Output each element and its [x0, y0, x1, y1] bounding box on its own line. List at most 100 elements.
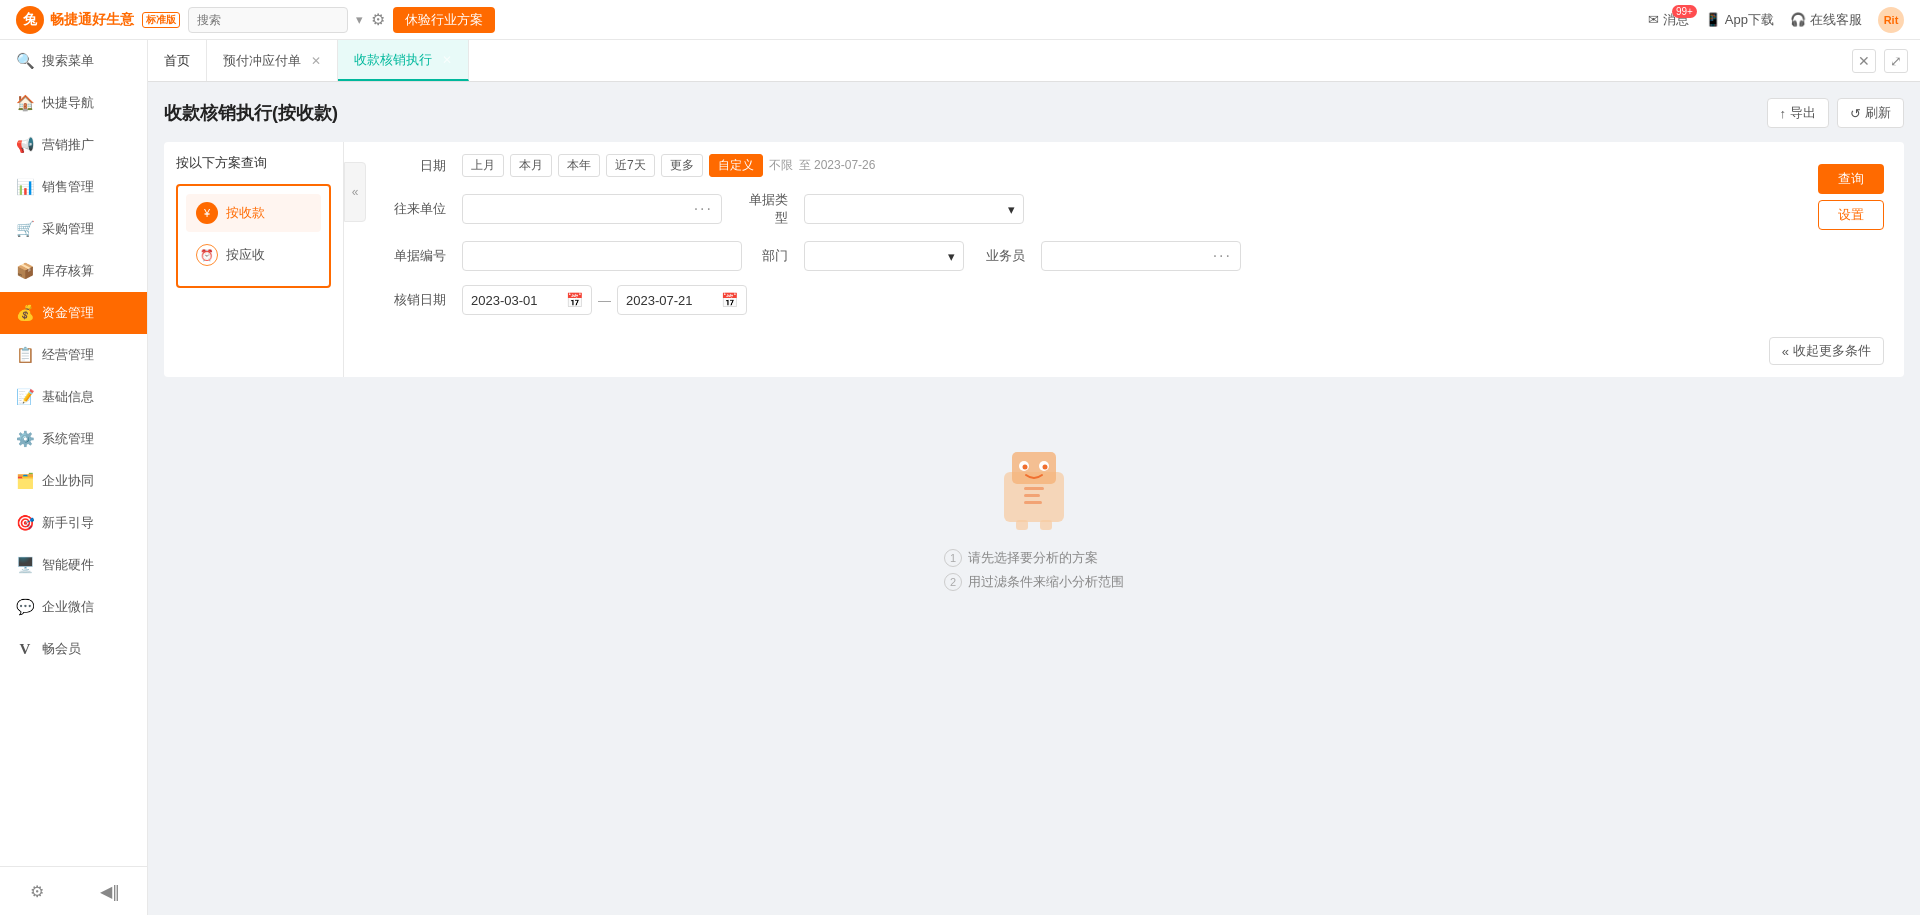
sidebar-item-purchase[interactable]: 🛒 采购管理: [0, 208, 147, 250]
date-btn-custom[interactable]: 自定义: [709, 154, 763, 177]
filter-fields-panel: 日期 上月 本月 本年 近7天 更多 自定义 不限 至 2023-07-26: [366, 142, 1904, 377]
bill-no-input[interactable]: [462, 241, 742, 271]
dropdown-icon[interactable]: ▾: [356, 12, 363, 27]
settings-button[interactable]: 设置: [1818, 200, 1884, 230]
sidebar-item-marketing[interactable]: 📢 营销推广: [0, 124, 147, 166]
step-2-text: 用过滤条件来缩小分析范围: [968, 573, 1124, 591]
brand-logo-area: 兔 畅捷通好生意 标准版: [16, 6, 180, 34]
sidebar-item-smart-hardware[interactable]: 🖥️ 智能硬件: [0, 544, 147, 586]
sidebar-item-search-menu[interactable]: 🔍 搜索菜单: [0, 40, 147, 82]
sidebar-item-wechat[interactable]: 💬 企业微信: [0, 586, 147, 628]
sidebar-settings-button[interactable]: ⚙: [21, 875, 53, 907]
wechat-icon: 💬: [16, 598, 34, 616]
sidebar-item-member[interactable]: V 畅会员: [0, 628, 147, 670]
online-service-button[interactable]: 🎧 在线客服: [1790, 11, 1862, 29]
sidebar-item-basic-info[interactable]: 📝 基础信息: [0, 376, 147, 418]
empty-illustration: [974, 437, 1094, 537]
sidebar-label-finance: 资金管理: [42, 304, 94, 322]
search-menu-icon: 🔍: [16, 52, 34, 70]
svg-point-5: [1043, 465, 1048, 470]
writeoff-end-date-input[interactable]: 2023-07-21 📅: [617, 285, 747, 315]
collapse-conditions-label: 收起更多条件: [1793, 342, 1871, 360]
messages-button[interactable]: ✉ 消息 99+: [1648, 11, 1689, 29]
sidebar-item-quick-nav[interactable]: 🏠 快捷导航: [0, 82, 147, 124]
phone-icon: 📱: [1705, 12, 1721, 27]
filter-container: 按以下方案查询 ¥ 按收款 ⏰ 按应收 «: [164, 142, 1904, 377]
svg-rect-8: [1024, 487, 1044, 490]
tab-expand-button[interactable]: ⤢: [1884, 49, 1908, 73]
sales-icon: 📊: [16, 178, 34, 196]
sidebar-item-inventory[interactable]: 📦 库存核算: [0, 250, 147, 292]
filter-row-date: 日期 上月 本月 本年 近7天 更多 自定义 不限 至 2023-07-26: [386, 154, 1810, 177]
salesperson-input[interactable]: ···: [1041, 241, 1241, 271]
user-name-display: Rit: [1884, 14, 1899, 26]
app-download-label: App下载: [1725, 11, 1774, 29]
writeoff-end-date-text: 2023-07-21: [626, 293, 693, 308]
tab-prepay[interactable]: 预付冲应付单 ✕: [207, 40, 338, 81]
filter-scheme-panel: 按以下方案查询 ¥ 按收款 ⏰ 按应收: [164, 142, 344, 377]
bill-type-label: 单据类型: [738, 191, 788, 227]
search-input[interactable]: [188, 7, 348, 33]
writeoff-start-date-input[interactable]: 2023-03-01 📅: [462, 285, 592, 315]
top-bar-right: ✉ 消息 99+ 📱 App下载 🎧 在线客服 Rit: [1648, 7, 1904, 33]
receivable-icon: ⏰: [196, 244, 218, 266]
sidebar-item-sales[interactable]: 📊 销售管理: [0, 166, 147, 208]
refresh-button[interactable]: ↺ 刷新: [1837, 98, 1904, 128]
date-btn-last-month[interactable]: 上月: [462, 154, 504, 177]
content-area: 首页 预付冲应付单 ✕ 收款核销执行 ✕ ✕ ⤢ 收款核销执行(按收款) ↑: [148, 40, 1920, 915]
date-btn-7days[interactable]: 近7天: [606, 154, 655, 177]
sidebar-collapse-button[interactable]: ◀‖: [94, 875, 126, 907]
message-icon: ✉: [1648, 12, 1659, 27]
svg-point-4: [1023, 465, 1028, 470]
sidebar-bottom: ⚙ ◀‖: [0, 866, 147, 915]
sidebar-item-operations[interactable]: 📋 经营管理: [0, 334, 147, 376]
empty-step-1: 1 请先选择要分析的方案: [944, 549, 1124, 567]
tab-prepay-label: 预付冲应付单: [223, 52, 301, 70]
query-button[interactable]: 查询: [1818, 164, 1884, 194]
date-label: 日期: [386, 157, 446, 175]
export-button[interactable]: ↑ 导出: [1767, 98, 1830, 128]
sidebar-item-finance[interactable]: 💰 资金管理: [0, 292, 147, 334]
sidebar-label-operations: 经营管理: [42, 346, 94, 364]
date-shortcuts: 上月 本月 本年 近7天 更多 自定义 不限 至 2023-07-26: [462, 154, 875, 177]
tab-prepay-close-icon[interactable]: ✕: [311, 54, 321, 68]
user-avatar[interactable]: Rit: [1878, 7, 1904, 33]
sidebar-item-enterprise[interactable]: 🗂️ 企业协同: [0, 460, 147, 502]
app-download-button[interactable]: 📱 App下载: [1705, 11, 1774, 29]
filter-collapse-toggle[interactable]: «: [344, 162, 366, 222]
tab-home[interactable]: 首页: [148, 40, 207, 81]
sidebar-item-system[interactable]: ⚙️ 系统管理: [0, 418, 147, 460]
messages-badge: 99+: [1672, 5, 1697, 18]
gear-settings-icon[interactable]: ⚙: [371, 10, 385, 29]
filter-option-by-receipt[interactable]: ¥ 按收款: [186, 194, 321, 232]
writeoff-date-dash: —: [598, 293, 611, 308]
date-btn-this-year[interactable]: 本年: [558, 154, 600, 177]
page-actions: ↑ 导出 ↺ 刷新: [1767, 98, 1905, 128]
sidebar-item-guide[interactable]: 🎯 新手引导: [0, 502, 147, 544]
tab-receivables-close-icon[interactable]: ✕: [442, 53, 452, 67]
filter-scheme-title: 按以下方案查询: [176, 154, 331, 172]
bill-no-label: 单据编号: [386, 247, 446, 265]
date-btn-this-month[interactable]: 本月: [510, 154, 552, 177]
online-service-label: 在线客服: [1810, 11, 1862, 29]
sidebar-label-member: 畅会员: [42, 640, 81, 658]
marketing-icon: 📢: [16, 136, 34, 154]
tab-close-all-button[interactable]: ✕: [1852, 49, 1876, 73]
filter-option-by-receivable[interactable]: ⏰ 按应收: [186, 236, 321, 274]
refresh-label: 刷新: [1865, 104, 1891, 122]
date-btn-more[interactable]: 更多: [661, 154, 703, 177]
industry-plan-button[interactable]: 休验行业方案: [393, 7, 495, 33]
svg-rect-10: [1024, 501, 1042, 504]
sidebar: 🔍 搜索菜单 🏠 快捷导航 📢 营销推广 📊 销售管理 🛒 采购管理 📦 库存核…: [0, 40, 148, 915]
filter-row-writeoff-date: 核销日期 2023-03-01 📅 — 2023-07-21: [386, 285, 1810, 315]
counterpart-input[interactable]: ···: [462, 194, 722, 224]
bill-type-dropdown-icon: ▾: [1008, 202, 1015, 217]
filter-option-receivable-label: 按应收: [226, 246, 265, 264]
bill-type-select[interactable]: ▾: [804, 194, 1024, 224]
collapse-conditions-button[interactable]: « 收起更多条件: [1769, 337, 1884, 365]
step-1-number: 1: [944, 549, 962, 567]
quick-nav-icon: 🏠: [16, 94, 34, 112]
dept-select[interactable]: ▾: [804, 241, 964, 271]
tab-receivables[interactable]: 收款核销执行 ✕: [338, 40, 469, 81]
sidebar-label-sales: 销售管理: [42, 178, 94, 196]
